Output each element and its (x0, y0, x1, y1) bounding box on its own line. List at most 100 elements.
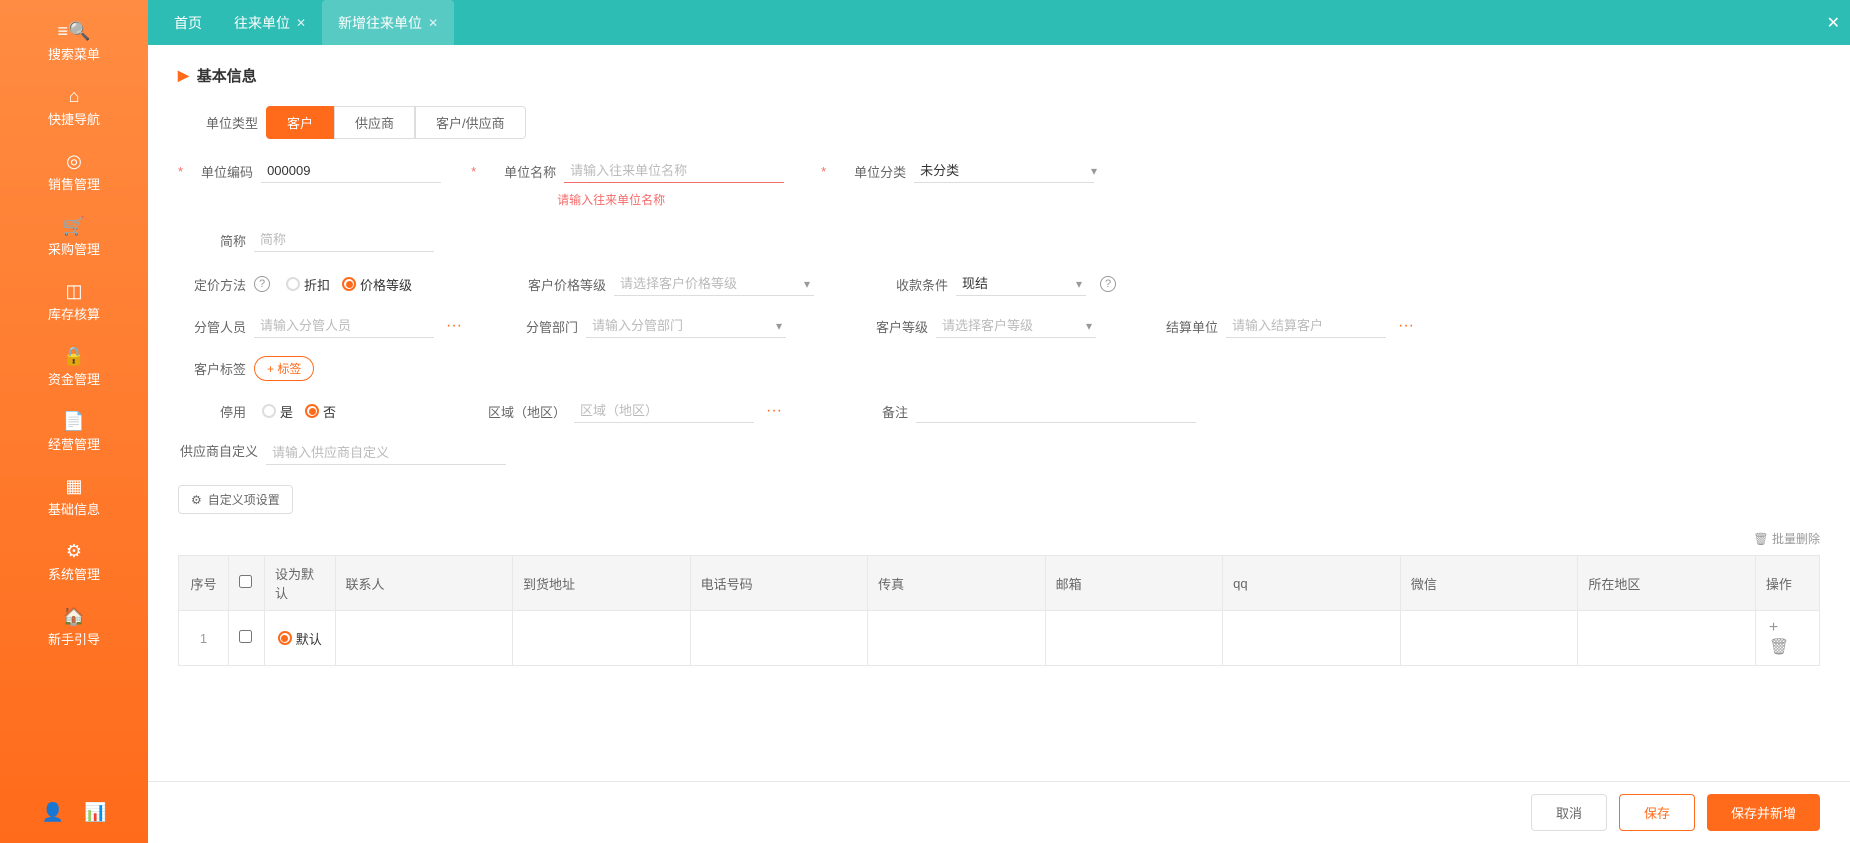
type-btn-supplier[interactable]: 供应商 (334, 106, 415, 139)
tab-new-partner[interactable]: 新增往来单位 ✕ (322, 0, 454, 45)
sidebar-item-label: 资金管理 (48, 369, 100, 388)
unit-code-required: * (178, 164, 183, 179)
tab-home-label: 首页 (174, 13, 202, 33)
settlement-unit-more-btn[interactable]: ··· (1394, 317, 1418, 335)
row-address-1[interactable] (513, 611, 691, 666)
row-1-address-input[interactable] (523, 631, 680, 646)
row-1-checkbox[interactable] (239, 630, 252, 643)
row-checkbox-1[interactable] (229, 611, 265, 666)
row-number-1: 1 (179, 611, 229, 666)
remark-input[interactable] (916, 399, 1196, 423)
sidebar-item-inventory[interactable]: ◫ 库存核算 (0, 270, 148, 335)
short-name-input[interactable] (254, 228, 434, 252)
supplier-custom-input[interactable] (266, 441, 506, 465)
sidebar-user-icon[interactable]: 👤 (42, 802, 64, 823)
unit-code-input[interactable] (261, 159, 441, 183)
manager-more-btn[interactable]: ··· (442, 317, 466, 335)
table-row: 1 默认 (179, 611, 1820, 666)
gear-icon: ⚙ (191, 493, 202, 507)
sidebar-item-search[interactable]: ≡🔍 搜索菜单 (0, 10, 148, 75)
pricing-radio-discount[interactable]: 折扣 (286, 275, 330, 294)
row-1-phone-input[interactable] (701, 631, 858, 646)
sidebar-item-quick-nav[interactable]: ⌂ 快捷导航 (0, 75, 148, 140)
manager-input[interactable] (254, 314, 434, 338)
customer-level-select[interactable]: 请选择客户等级 (936, 314, 1096, 338)
custom-settings-btn[interactable]: ⚙ 自定义项设置 (178, 485, 293, 514)
row-contact-1[interactable] (335, 611, 513, 666)
row-region-1[interactable] (1578, 611, 1756, 666)
row-1-wechat-input[interactable] (1411, 631, 1568, 646)
contact-table: 序号 设为默认 联系人 到货地址 电话号码 传真 邮箱 qq 微信 所在地区 操… (178, 555, 1820, 666)
row-1-fax-input[interactable] (878, 631, 1035, 646)
unit-code-label: 单位编码 (193, 162, 253, 181)
payment-help-icon[interactable]: ? (1100, 276, 1116, 292)
customer-level-label: 客户等级 (858, 317, 928, 336)
pricing-method-group: 定价方法 ? 折扣 价格等级 (178, 275, 498, 294)
row-1-add-btn[interactable]: + (1766, 619, 1781, 637)
select-all-checkbox[interactable] (239, 575, 252, 588)
sidebar-item-finance[interactable]: 🔒 资金管理 (0, 335, 148, 400)
add-tag-btn[interactable]: + 标签 (254, 356, 314, 381)
customer-level-select-wrapper: 请选择客户等级 (936, 314, 1096, 338)
disabled-radio-yes[interactable]: 是 (262, 402, 293, 421)
unit-category-group: * 单位分类 未分类 (821, 159, 1101, 183)
tab-partner-list[interactable]: 往来单位 ✕ (218, 0, 322, 45)
row-1-qq-input[interactable] (1233, 631, 1390, 646)
sidebar-item-new-guide[interactable]: 🏠 新手引导 (0, 595, 148, 660)
tab-new-partner-close[interactable]: ✕ (428, 16, 438, 30)
region-input[interactable] (574, 399, 754, 423)
section-title: 基本信息 (197, 65, 257, 86)
unit-name-input[interactable] (564, 159, 784, 183)
settlement-unit-input[interactable] (1226, 314, 1386, 338)
row-fax-1[interactable] (868, 611, 1046, 666)
sidebar-item-system[interactable]: ⚙ 系统管理 (0, 530, 148, 595)
unit-info-row: * 单位编码 * 单位名称 请输入往来单位名称 * 单位分类 (178, 159, 1820, 208)
row-email-1[interactable] (1045, 611, 1223, 666)
col-action: 操作 (1755, 556, 1819, 611)
remark-label: 备注 (838, 402, 908, 421)
close-all-tabs[interactable]: ✕ (1827, 13, 1840, 33)
disabled-radio-no[interactable]: 否 (305, 402, 336, 421)
row-1-email-input[interactable] (1056, 631, 1213, 646)
type-btn-both[interactable]: 客户/供应商 (415, 106, 526, 139)
unit-category-select[interactable]: 未分类 (914, 159, 1094, 183)
sidebar-item-purchase[interactable]: 🛒 采购管理 (0, 205, 148, 270)
pricing-help-icon[interactable]: ? (254, 276, 270, 292)
cancel-button[interactable]: 取消 (1531, 794, 1607, 831)
sidebar-item-label: 搜索菜单 (48, 44, 100, 63)
batch-delete-btn[interactable]: 🗑 批量删除 (178, 530, 1820, 547)
sidebar-item-basic-info[interactable]: ▦ 基础信息 (0, 465, 148, 530)
sidebar: ≡🔍 搜索菜单 ⌂ 快捷导航 ◎ 销售管理 🛒 采购管理 ◫ 库存核算 🔒 资金… (0, 0, 148, 843)
unit-category-select-wrapper: 未分类 (914, 159, 1101, 183)
row-1-default-radio[interactable]: 默认 (275, 629, 325, 648)
payment-condition-select[interactable]: 现结 (956, 272, 1086, 296)
department-select[interactable]: 请输入分管部门 (586, 314, 786, 338)
pricing-radio-level[interactable]: 价格等级 (342, 275, 412, 294)
row-wechat-1[interactable] (1400, 611, 1578, 666)
row-1-region-input[interactable] (1588, 631, 1745, 646)
disabled-group: 停用 是 否 (178, 402, 458, 421)
row-default-1[interactable]: 默认 (265, 611, 336, 666)
region-more-btn[interactable]: ··· (762, 402, 786, 420)
save-new-button[interactable]: 保存并新增 (1707, 794, 1820, 831)
remark-group: 备注 (838, 399, 1196, 423)
unit-name-error: 请输入往来单位名称 (557, 193, 665, 207)
sidebar-chart-icon[interactable]: 📊 (84, 802, 106, 823)
department-label: 分管部门 (508, 317, 578, 336)
row-1-contact-input[interactable] (346, 631, 503, 646)
tab-home[interactable]: 首页 (158, 0, 218, 45)
add-tag-btn-label: + 标签 (267, 360, 301, 377)
tab-partner-list-close[interactable]: ✕ (296, 16, 306, 30)
short-name-label: 简称 (178, 231, 246, 250)
row-1-delete-btn[interactable]: 🗑 (1766, 637, 1792, 657)
sidebar-item-sales[interactable]: ◎ 销售管理 (0, 140, 148, 205)
save-button[interactable]: 保存 (1619, 794, 1695, 831)
type-btn-customer[interactable]: 客户 (266, 106, 334, 139)
row-qq-1[interactable] (1223, 611, 1401, 666)
settlement-unit-group: 结算单位 ··· (1148, 314, 1418, 338)
radio-no-circle (305, 404, 319, 418)
row-phone-1[interactable] (690, 611, 868, 666)
sidebar-item-label: 采购管理 (48, 239, 100, 258)
customer-price-select[interactable]: 请选择客户价格等级 (614, 272, 814, 296)
sidebar-item-operations[interactable]: 📄 经营管理 (0, 400, 148, 465)
